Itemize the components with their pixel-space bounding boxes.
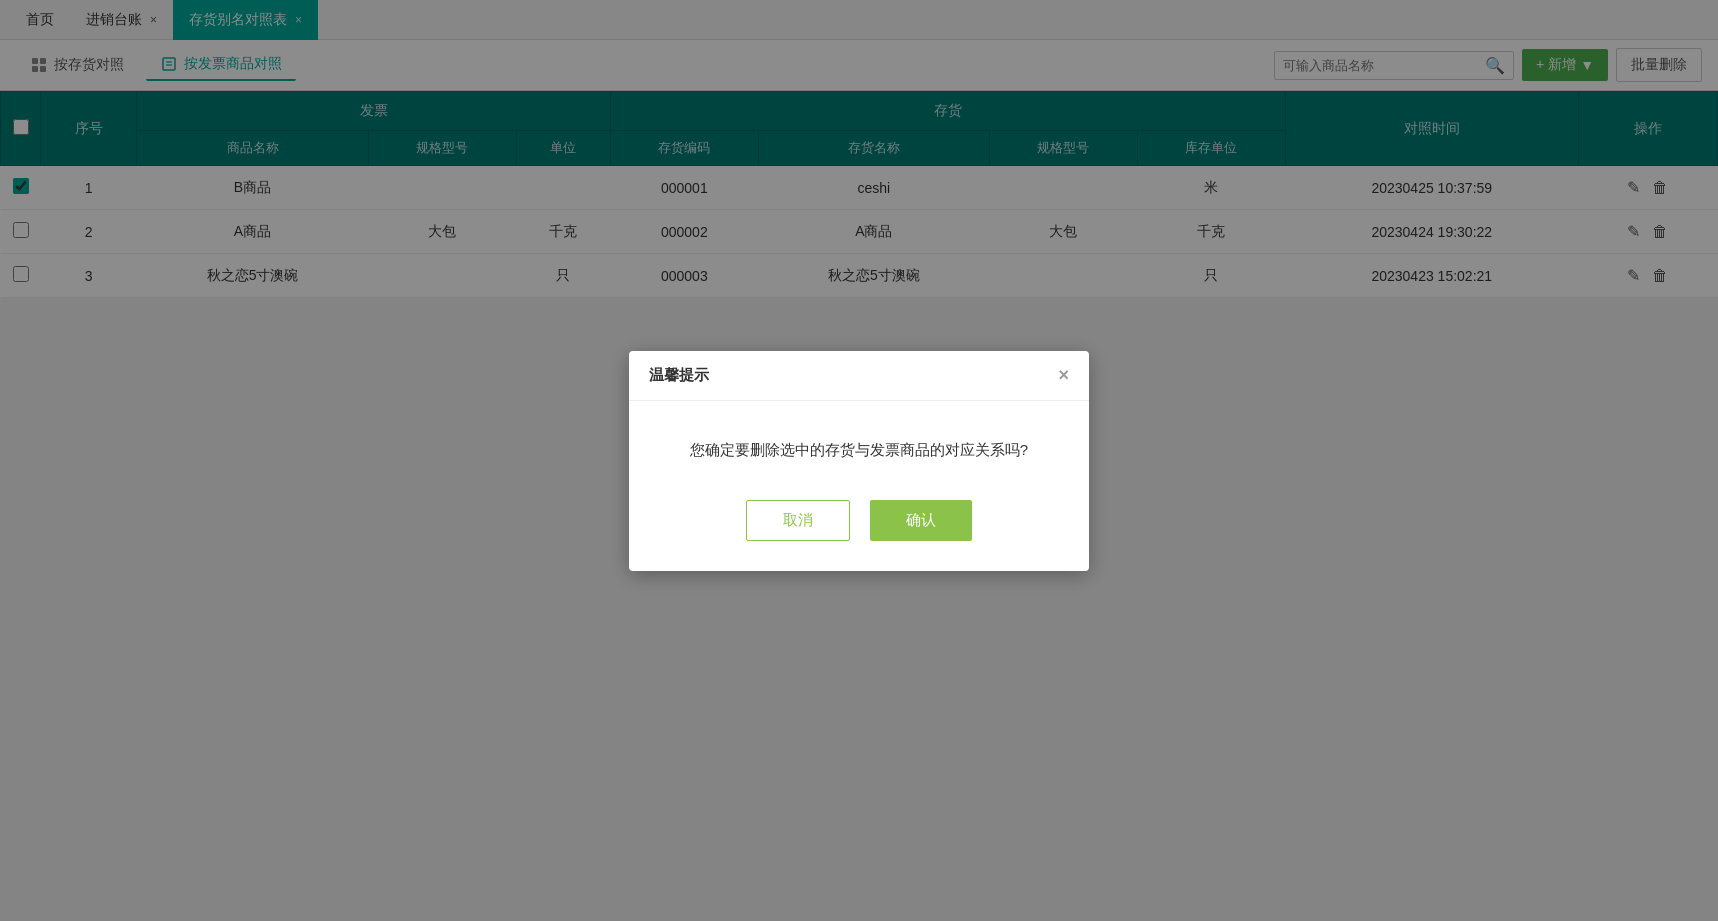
dialog-overlay: 温馨提示 × 您确定要删除选中的存货与发票商品的对应关系吗? 取消 确认	[0, 0, 1718, 298]
